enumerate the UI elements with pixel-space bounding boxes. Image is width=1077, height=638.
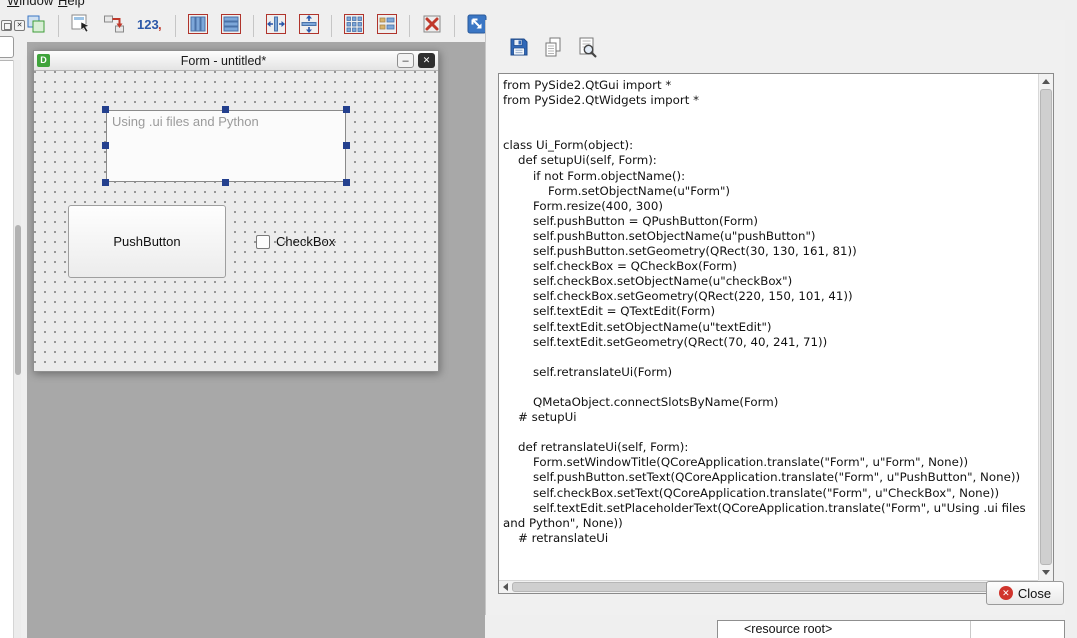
- edit-widgets-button[interactable]: [67, 12, 95, 40]
- scroll-up-button[interactable]: [1039, 74, 1053, 89]
- layout-horizontally-icon: [187, 13, 209, 40]
- textedit-widget[interactable]: Using .ui files and Python: [106, 110, 346, 182]
- layout-vertical-splitter-button[interactable]: [295, 12, 323, 40]
- selection-handle-nw[interactable]: [102, 106, 109, 113]
- layout-vertical-splitter-icon: [298, 13, 320, 40]
- dock-float-button[interactable]: [1, 20, 12, 31]
- minimize-button[interactable]: –: [397, 53, 414, 68]
- selection-handle-sw[interactable]: [102, 179, 109, 186]
- form-canvas[interactable]: Using .ui files and Python PushButton Ch…: [34, 71, 438, 371]
- menu-help[interactable]: Help: [58, 0, 85, 8]
- layout-vertically-button[interactable]: [217, 12, 245, 40]
- widget-box-scrollbar[interactable]: [13, 60, 21, 638]
- edit-tab-order-icon: 123,: [136, 13, 164, 40]
- overlapping-widgets-icon: [25, 13, 47, 40]
- toolbar-separator: [253, 15, 254, 37]
- edit-widgets-icon: [70, 13, 92, 40]
- save-button[interactable]: [506, 36, 532, 62]
- horizontal-scrollbar[interactable]: [499, 580, 1038, 593]
- close-x-icon: ✕: [999, 586, 1013, 600]
- resource-column-divider: [970, 621, 971, 638]
- horizontal-scroll-thumb[interactable]: [512, 582, 1025, 592]
- resource-root-label: <resource root>: [744, 622, 832, 636]
- code-preview-dialog: from PySide2.QtGui import * from PySide2…: [485, 20, 1065, 615]
- selection-handle-se[interactable]: [343, 179, 350, 186]
- widget-filter-input[interactable]: [0, 36, 14, 58]
- svg-text:,: ,: [158, 17, 162, 32]
- copy-button[interactable]: [540, 36, 566, 62]
- checkbox-indicator[interactable]: [256, 235, 270, 249]
- textedit-placeholder-text: Using .ui files and Python: [106, 110, 346, 182]
- layout-horizontal-splitter-icon: [265, 13, 287, 40]
- toolbar-separator: [331, 15, 332, 37]
- selection-handle-n[interactable]: [222, 106, 229, 113]
- toolbar-separator: [454, 15, 455, 37]
- toolbar-separator: [175, 15, 176, 37]
- arrow-left-icon: [503, 583, 508, 591]
- selection-handle-s[interactable]: [222, 179, 229, 186]
- form-titlebar[interactable]: D Form - untitled* – ✕: [34, 51, 438, 71]
- pushbutton-widget[interactable]: PushButton: [68, 205, 226, 278]
- layout-horizontal-splitter-button[interactable]: [262, 12, 290, 40]
- edit-signals-slots-icon: [103, 13, 125, 40]
- scroll-down-button[interactable]: [1039, 565, 1053, 580]
- break-layout-button[interactable]: [418, 12, 446, 40]
- arrow-up-icon: [1042, 79, 1050, 84]
- selection-handle-w[interactable]: [102, 142, 109, 149]
- save-icon: [507, 35, 531, 64]
- layout-horizontally-button[interactable]: [184, 12, 212, 40]
- edit-tab-order-button[interactable]: 123,: [133, 12, 167, 40]
- checkbox-label: CheckBox: [276, 234, 335, 249]
- copy-icon: [541, 35, 565, 64]
- qt-designer-window: Window Help 123,: [0, 0, 1077, 638]
- code-area: from PySide2.QtGui import * from PySide2…: [498, 73, 1054, 594]
- dock-close-button[interactable]: ✕: [14, 20, 25, 31]
- dialog-close-button[interactable]: ✕ Close: [986, 581, 1064, 605]
- menu-window[interactable]: Window: [7, 0, 53, 8]
- layout-form-icon: [376, 13, 398, 40]
- break-layout-icon: [421, 13, 443, 40]
- dialog-toolbar: [506, 36, 600, 62]
- arrow-down-icon: [1042, 570, 1050, 575]
- mdi-area: D Form - untitled* – ✕ Using .ui files a…: [27, 42, 485, 638]
- resource-browser[interactable]: <resource root>: [717, 620, 1065, 638]
- find-icon: [575, 35, 599, 64]
- selection-handle-e[interactable]: [343, 142, 350, 149]
- main-toolbar: 123,: [22, 11, 491, 41]
- svg-text:123: 123: [137, 17, 159, 32]
- menubar: Window Help: [0, 0, 1077, 9]
- selection-handle-ne[interactable]: [343, 106, 350, 113]
- find-button[interactable]: [574, 36, 600, 62]
- widget-box-list[interactable]: [0, 60, 13, 638]
- layout-vertically-icon: [220, 13, 242, 40]
- toolbar-separator: [409, 15, 410, 37]
- vertical-scrollbar[interactable]: [1038, 74, 1053, 580]
- overlapping-widgets-button[interactable]: [22, 12, 50, 40]
- form-title: Form - untitled*: [50, 54, 397, 68]
- toolbar-separator: [58, 15, 59, 37]
- widget-box-scroll-thumb[interactable]: [15, 225, 21, 375]
- layout-grid-icon: [343, 13, 365, 40]
- checkbox-widget[interactable]: CheckBox: [256, 234, 335, 249]
- close-button-label: Close: [1018, 586, 1051, 601]
- close-button[interactable]: ✕: [418, 53, 435, 68]
- edit-signals-slots-button[interactable]: [100, 12, 128, 40]
- form-editor-window: D Form - untitled* – ✕ Using .ui files a…: [33, 50, 439, 372]
- vertical-scroll-thumb[interactable]: [1040, 89, 1052, 565]
- designer-form-icon: D: [37, 54, 50, 67]
- scroll-left-button[interactable]: [499, 581, 512, 593]
- layout-form-button[interactable]: [373, 12, 401, 40]
- code-view[interactable]: from PySide2.QtGui import * from PySide2…: [501, 76, 1036, 578]
- layout-grid-button[interactable]: [340, 12, 368, 40]
